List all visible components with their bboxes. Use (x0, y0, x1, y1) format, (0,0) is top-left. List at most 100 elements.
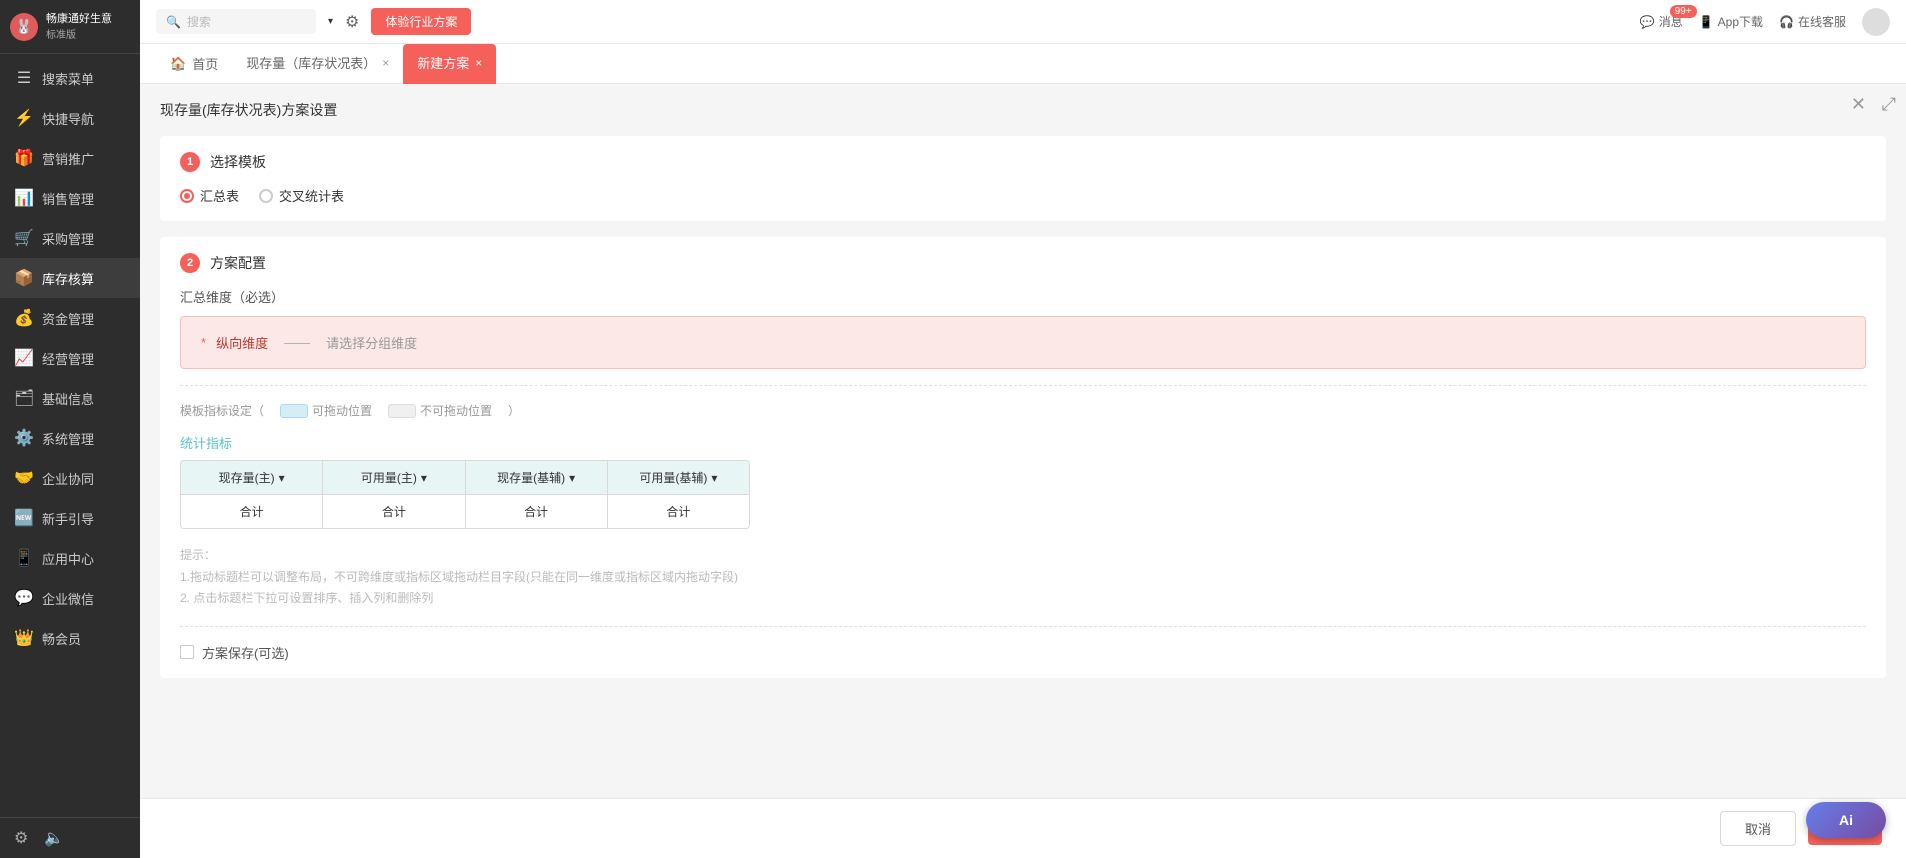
radio-cross[interactable]: 交叉统计表 (259, 186, 344, 205)
cell-0-3: 合计 (608, 494, 749, 528)
sidebar-item-member[interactable]: 👑 畅会员 (0, 618, 140, 658)
sidebar-item-label: 畅会员 (42, 629, 81, 648)
search-icon: 🔍 (166, 15, 181, 29)
sidebar-item-inventory[interactable]: 📦 库存核算 (0, 258, 140, 298)
sidebar-item-label: 基础信息 (42, 389, 94, 408)
col-header-2[interactable]: 现存量(基辅) ▾ (466, 461, 608, 494)
sidebar-item-wechat[interactable]: 💬 企业微信 (0, 578, 140, 618)
sidebar-item-newbie[interactable]: 🆕 新手引导 (0, 498, 140, 538)
sidebar-item-marketing[interactable]: 🎁 营销推广 (0, 138, 140, 178)
sidebar-item-basic[interactable]: 🗂 基础信息 (0, 378, 140, 418)
step2-label: 方案配置 (210, 253, 266, 273)
fixed-label: 不可拖动位置 (420, 402, 492, 419)
page-title: 现存量(库存状况表)方案设置 (160, 100, 1886, 120)
settings-icon[interactable]: ⚙ (14, 828, 28, 848)
sidebar-item-label: 系统管理 (42, 429, 94, 448)
tab-inventory-status[interactable]: 现存量（库存状况表） × (232, 44, 403, 84)
indicator-prefix-label: 模板指标设定（ (180, 402, 264, 419)
sidebar-item-purchase[interactable]: 🛒 采购管理 (0, 218, 140, 258)
cell-0-1: 合计 (323, 494, 465, 528)
hint-section: 提示： 1.拖动标题栏可以调整布局，不可跨维度或指标区域拖动栏目字段(只能在同一… (180, 545, 1866, 610)
radio-cross-dot (259, 189, 273, 203)
save-plan-row[interactable]: 方案保存(可选) (180, 643, 1866, 662)
sales-icon: 📊 (14, 188, 34, 208)
sidebar-item-quick-nav[interactable]: ⚡ 快捷导航 (0, 98, 140, 138)
enterprise-icon: 🤝 (14, 468, 34, 488)
sidebar-item-finance[interactable]: 💰 资金管理 (0, 298, 140, 338)
ai-float-button[interactable]: Ai (1806, 802, 1886, 838)
sidebar-item-label: 采购管理 (42, 229, 94, 248)
stats-table-body: 合计 合计 合计 合计 (181, 494, 749, 528)
panel-expand-button[interactable]: ⤢ (1882, 94, 1896, 115)
topbar-gear[interactable]: ⚙ (345, 12, 359, 32)
sidebar-item-label: 库存核算 (42, 269, 94, 288)
radio-summary-dot (180, 189, 194, 203)
dimension-placeholder: 请选择分组维度 (326, 333, 417, 352)
tab-new-plan[interactable]: 新建方案 × (403, 44, 496, 84)
speaker-icon[interactable]: 🔈 (44, 828, 64, 848)
dimension-arrow: —— (284, 335, 310, 350)
wechat-icon: 💬 (14, 588, 34, 608)
step1-header: 1 选择模板 (180, 152, 1866, 172)
sidebar-item-label: 快捷导航 (42, 109, 94, 128)
search-menu-icon: ☰ (14, 68, 34, 88)
sidebar-item-app[interactable]: 📱 应用中心 (0, 538, 140, 578)
sidebar-item-search-menu[interactable]: ☰ 搜索菜单 (0, 58, 140, 98)
col-header-3-chevron: ▾ (711, 471, 717, 485)
tab-new-plan-close[interactable]: × (475, 56, 482, 70)
stats-title: 统计指标 (180, 433, 1866, 452)
sidebar-item-operation[interactable]: 📈 经营管理 (0, 338, 140, 378)
col-header-3[interactable]: 可用量(基辅) ▾ (608, 461, 749, 494)
sidebar-item-label: 经营管理 (42, 349, 94, 368)
message-badge[interactable]: 💬 消息 99+ (1640, 13, 1683, 30)
sidebar-item-label: 企业微信 (42, 589, 94, 608)
col-header-1[interactable]: 可用量(主) ▾ (323, 461, 465, 494)
trial-button[interactable]: 体验行业方案 (371, 8, 471, 35)
finance-icon: 💰 (14, 308, 34, 328)
sidebar-item-label: 新手引导 (42, 509, 94, 528)
tab-home[interactable]: 🏠 首页 (156, 44, 232, 84)
topbar-chevron[interactable]: ▾ (328, 16, 333, 27)
tab-inventory-label: 现存量（库存状况表） (246, 53, 376, 72)
app-download-label: App下载 (1718, 13, 1763, 30)
system-icon: ⚙️ (14, 428, 34, 448)
cell-0-0: 合计 (181, 494, 323, 528)
step2-num: 2 (180, 253, 200, 273)
col-header-0[interactable]: 现存量(主) ▾ (181, 461, 323, 494)
message-icon: 💬 (1640, 15, 1655, 29)
tab-home-label: 首页 (192, 54, 218, 73)
sidebar-item-sales[interactable]: 📊 销售管理 (0, 178, 140, 218)
panel-close-button[interactable]: ✕ (1851, 94, 1866, 115)
sidebar-item-label: 资金管理 (42, 309, 94, 328)
col-header-1-label: 可用量(主) (361, 469, 417, 486)
tab-inventory-close[interactable]: × (382, 56, 389, 70)
cancel-button[interactable]: 取消 (1720, 811, 1796, 846)
sidebar-item-enterprise[interactable]: 🤝 企业协同 (0, 458, 140, 498)
ai-label: Ai (1839, 812, 1853, 828)
service-badge[interactable]: 🎧 在线客服 (1779, 13, 1846, 30)
logo-icon: 🐰 (10, 13, 38, 41)
step1-num: 1 (180, 152, 200, 172)
save-plan-checkbox[interactable] (180, 645, 194, 659)
sidebar-item-label: 营销推广 (42, 149, 94, 168)
content-area: ✕ ⤢ 现存量(库存状况表)方案设置 1 选择模板 汇总表 交叉统计表 (140, 84, 1906, 798)
purchase-icon: 🛒 (14, 228, 34, 248)
basic-icon: 🗂 (14, 388, 34, 408)
divider2 (180, 626, 1866, 627)
sidebar-item-system[interactable]: ⚙️ 系统管理 (0, 418, 140, 458)
radio-summary[interactable]: 汇总表 (180, 186, 239, 205)
save-plan-label: 方案保存(可选) (202, 643, 289, 662)
operation-icon: 📈 (14, 348, 34, 368)
tab-new-plan-label: 新建方案 (417, 53, 469, 72)
service-icon: 🎧 (1779, 15, 1794, 29)
app-download-badge[interactable]: 📱 App下载 (1699, 13, 1763, 30)
radio-cross-label: 交叉统计表 (279, 186, 344, 205)
legend-fixed: 不可拖动位置 (388, 402, 492, 419)
app-icon: 📱 (14, 548, 34, 568)
hint-1: 2. 点击标题栏下拉可设置排序、插入列和删除列 (180, 588, 1866, 610)
logo-name: 畅康通好生意 (46, 12, 112, 26)
dimension-row[interactable]: * 纵向维度 —— 请选择分组维度 (180, 316, 1866, 369)
topbar-search[interactable]: 🔍 搜索 (156, 9, 316, 34)
user-avatar[interactable] (1862, 8, 1890, 36)
legend-draggable: 可拖动位置 (280, 402, 372, 419)
